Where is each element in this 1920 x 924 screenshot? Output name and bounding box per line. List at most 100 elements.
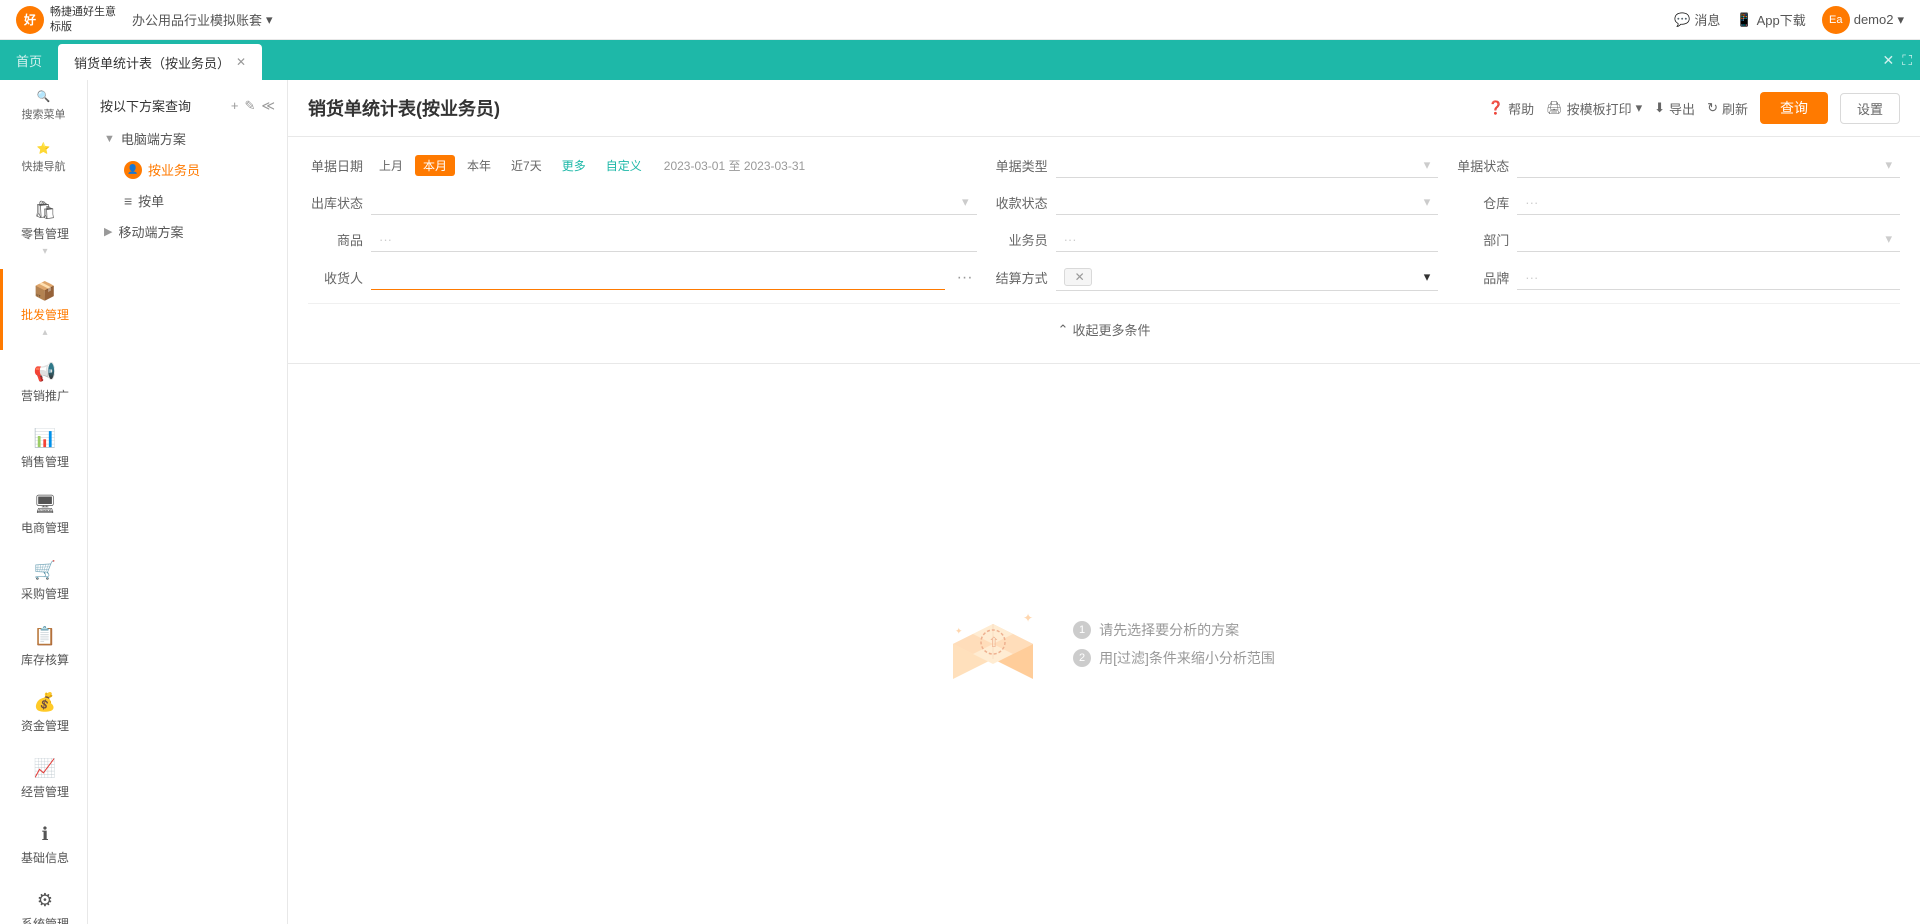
filter-doc-type: 单据类型 ▾ [993,153,1439,178]
filter-brand: 品牌 ··· [1454,266,1900,290]
date-tab-thismonth[interactable]: 本月 [415,155,455,176]
print-btn[interactable]: 🖨 按模板打印 ▾ [1546,99,1642,118]
sales-icon: 📊 [34,428,56,449]
sidebar-item-retail[interactable]: 🛍 零售管理 ▾ [0,188,87,269]
refresh-btn[interactable]: ↻ 刷新 [1707,99,1748,118]
collapse-section: ⌃ 收起更多条件 [308,303,1900,347]
tree-children-desktop: 👤 按业务员 ≡ 按单 [88,154,287,216]
collapse-panel-btn[interactable]: ≪ [261,98,275,114]
salesperson-select[interactable]: ··· [1056,228,1439,252]
tabbar: 首页 销货单统计表（按业务员） ✕ ✕ ⛶ [0,40,1920,80]
payment-select[interactable]: ✕ ▾ [1056,264,1439,291]
tab-home[interactable]: 首页 [0,40,58,80]
sidebar-item-marketing[interactable]: 📢 营销推广 [0,350,87,416]
chevron-down-icon: ▾ [962,194,969,210]
tab-close-icon[interactable]: ✕ [236,55,246,69]
department-select[interactable]: ▾ [1517,227,1900,252]
scheme-by-doc[interactable]: ≡ 按单 [116,185,287,216]
print-icon: 🖨 [1546,100,1563,116]
doc-type-select[interactable]: ▾ [1056,153,1439,178]
sidebar-item-basic[interactable]: ℹ 基础信息 [0,812,87,878]
filter-section: 单据日期 上月 本月 本年 近7天 更多 自定义 2023-03-01 至 20… [288,137,1920,364]
help-btn[interactable]: ❓ 帮助 [1488,99,1534,118]
export-btn[interactable]: ⬇ 导出 [1654,99,1695,118]
tab-close-window-btn[interactable]: ✕ [1882,52,1894,69]
sidebar-item-wholesale[interactable]: 📦 批发管理 ▴ [0,269,87,350]
system-icon: ⚙ [37,890,53,911]
user-menu[interactable]: Ea demo2 ▾ [1822,6,1904,34]
tree-section-mobile[interactable]: ▶ 移动端方案 [88,216,287,247]
sidebar-item-purchase[interactable]: 🛒 采购管理 [0,548,87,614]
sidebar-item-operation[interactable]: 📈 经营管理 [0,746,87,812]
out-status-select[interactable]: ▾ [371,190,977,215]
date-tab-custom[interactable]: 自定义 [598,155,650,176]
chevron-down-icon: ▾ [1424,194,1431,210]
query-btn[interactable]: 查询 [1760,92,1828,124]
payment-tag-close[interactable]: ✕ [1075,270,1085,284]
scheme-salesperson[interactable]: 👤 按业务员 [116,154,287,185]
date-tab-7days[interactable]: 近7天 [503,155,550,176]
expand-icon: ▾ [42,246,47,257]
svg-text:✦: ✦ [955,626,963,636]
chevron-down-icon: ▾ [1897,12,1904,28]
date-filter: 上月 本月 本年 近7天 更多 自定义 2023-03-01 至 2023-03… [371,155,977,176]
receiver-more-btn[interactable]: ··· [953,269,977,287]
collapse-btn[interactable]: ⌃ 收起更多条件 [308,312,1900,347]
expand-icon: ▴ [42,327,47,338]
date-tab-thisyear[interactable]: 本年 [459,155,499,176]
sidebar-quick-nav[interactable]: ⭐ 快捷导航 [0,132,87,184]
chevron-down-icon: ▾ [1885,157,1892,173]
tree-expand-icon: ▼ [104,133,115,145]
brand-select[interactable]: ··· [1517,266,1900,290]
filter-date: 单据日期 上月 本月 本年 近7天 更多 自定义 2023-03-01 至 20… [308,155,977,176]
right-panel: 销货单统计表(按业务员) ❓ 帮助 🖨 按模板打印 ▾ ⬇ 导出 [288,80,1920,924]
filter-receipt-status: 收款状态 ▾ [993,190,1439,215]
sidebar-search[interactable]: 🔍 搜索菜单 [0,80,87,132]
tab-report[interactable]: 销货单统计表（按业务员） ✕ [58,44,262,80]
tabbar-actions: ✕ ⛶ [1874,40,1920,80]
logo-icon: 好 [16,6,44,34]
retail-icon: 🛍 [34,200,57,221]
sidebar-item-sales[interactable]: 📊 销售管理 [0,416,87,482]
chevron-down-icon: ▾ [1424,157,1431,173]
page-title: 销货单统计表(按业务员) [308,95,500,133]
app-selector[interactable]: 办公用品行业模拟账套 ▾ [124,6,281,33]
tab-maximize-btn[interactable]: ⛶ [1902,52,1912,69]
sidebar-item-inventory[interactable]: 📋 库存核算 [0,614,87,680]
messages-btn[interactable]: 💬 消息 [1674,10,1720,29]
date-tab-lastmonth[interactable]: 上月 [371,155,411,176]
filter-receiver: 收货人 ··· [308,266,977,290]
date-tab-more[interactable]: 更多 [554,155,594,176]
filter-row-3: 商品 ··· 业务员 ··· 部门 [308,227,1900,252]
warehouse-select[interactable]: ··· [1517,191,1900,215]
filter-row-4: 收货人 ··· 结算方式 ✕ ▾ [308,264,1900,291]
tree-section-desktop[interactable]: ▼ 电脑端方案 [88,123,287,154]
filter-doc-status: 单据状态 ▾ [1454,153,1900,178]
receiver-input[interactable] [371,266,945,290]
doc-status-select[interactable]: ▾ [1517,153,1900,178]
add-scheme-btn[interactable]: + [231,98,239,114]
data-area: ⇧ ✦ ✦ 1 请先选择要分析的方案 2 用[过滤]条件来缩小分析范围 [288,364,1920,924]
filter-row-2: 出库状态 ▾ 收款状态 ▾ 仓库 [308,190,1900,215]
main-layout: 🔍 搜索菜单 ⭐ 快捷导航 🛍 零售管理 ▾ 📦 批发管理 ▴ 📢 营销推广 📊… [0,80,1920,924]
sidebar-item-system[interactable]: ⚙ 系统管理 [0,878,87,924]
sidebar-item-ecommerce[interactable]: 🖥 电商管理 [0,482,87,548]
empty-state: ⇧ ✦ ✦ 1 请先选择要分析的方案 2 用[过滤]条件来缩小分析范围 [933,584,1275,704]
receipt-status-select[interactable]: ▾ [1056,190,1439,215]
finance-icon: 💰 [34,692,56,713]
empty-illustration: ⇧ ✦ ✦ [933,584,1053,704]
payment-tag: ✕ [1064,268,1092,286]
chevron-down-icon: ▾ [266,12,273,28]
empty-tips: 1 请先选择要分析的方案 2 用[过滤]条件来缩小分析范围 [1073,620,1275,668]
filter-row-1: 单据日期 上月 本月 本年 近7天 更多 自定义 2023-03-01 至 20… [308,153,1900,178]
app-download-btn[interactable]: 📱 App下载 [1736,10,1805,29]
settings-btn[interactable]: 设置 [1840,93,1900,124]
search-icon: 🔍 [37,90,51,103]
tip-num-2: 2 [1073,649,1091,667]
goods-select[interactable]: ··· [371,228,977,252]
topbar-right: 💬 消息 📱 App下载 Ea demo2 ▾ [1674,6,1904,34]
refresh-icon: ↻ [1707,100,1718,116]
edit-scheme-btn[interactable]: ✎ [244,98,255,114]
sidebar-item-finance[interactable]: 💰 资金管理 [0,680,87,746]
scheme-badge: 👤 [124,161,142,179]
